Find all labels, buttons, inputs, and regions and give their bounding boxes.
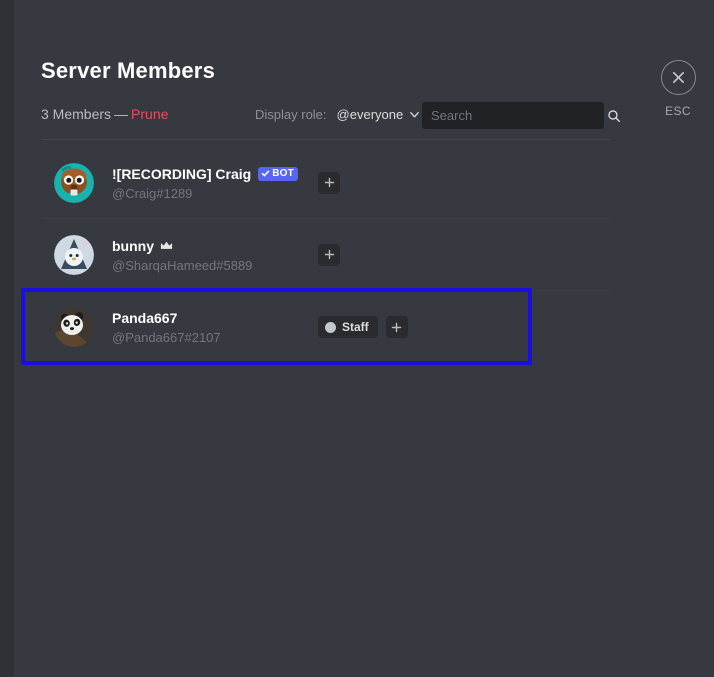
member-display-name: Panda667 (112, 310, 178, 326)
member-roles: Staff (318, 316, 408, 338)
chevron-down-icon (409, 108, 420, 119)
member-count-text: 3 Members (41, 106, 112, 122)
avatar (54, 162, 94, 203)
display-role-dropdown[interactable]: @everyone (337, 107, 421, 122)
header-divider (42, 139, 610, 140)
display-role-label: Display role: (255, 107, 327, 122)
member-count-line: 3 Members — Prune (41, 106, 168, 122)
server-members-modal: Server Members 3 Members — Prune Display r… (14, 0, 714, 677)
window-left-edge (0, 0, 14, 677)
search-icon (607, 109, 621, 123)
prune-link[interactable]: Prune (131, 106, 168, 122)
role-label: Staff (342, 320, 369, 334)
search-input[interactable] (431, 108, 607, 123)
member-list: ![RECORDING] Craig BOT @Craig#1289 bunny… (42, 147, 610, 363)
member-identity: ![RECORDING] Craig BOT @Craig#1289 (112, 165, 312, 201)
member-name-line: ![RECORDING] Craig BOT (112, 165, 312, 183)
verified-check-icon (261, 169, 270, 178)
member-identity: bunny @SharqaHameed#5889 (112, 237, 312, 273)
display-role-value: @everyone (336, 107, 404, 122)
member-identity: Panda667 @Panda667#2107 (112, 309, 312, 345)
member-display-name: bunny (112, 237, 154, 254)
add-role-button[interactable] (318, 243, 340, 266)
member-roles (318, 171, 340, 194)
bot-badge: BOT (258, 166, 298, 181)
table-row[interactable]: ![RECORDING] Craig BOT @Craig#1289 (42, 147, 610, 219)
member-tag: @SharqaHameed#5889 (112, 257, 253, 273)
separator-dash: — (114, 106, 129, 122)
add-role-button[interactable] (385, 316, 408, 338)
member-name-line: Panda667 (112, 309, 312, 327)
crown-icon (160, 240, 173, 251)
avatar (54, 234, 94, 275)
member-tag: @Panda667#2107 (112, 330, 221, 345)
member-display-name: ![RECORDING] Craig (112, 165, 252, 182)
add-role-button[interactable] (318, 171, 340, 194)
search-box[interactable] (422, 102, 620, 129)
display-role-filter: Display role: @everyone (255, 107, 420, 122)
close-label: ESC (665, 104, 691, 118)
member-name-line: bunny (112, 237, 312, 255)
member-roles (318, 243, 340, 266)
avatar (54, 307, 94, 347)
table-row[interactable]: Panda667 @Panda667#2107 Staff (42, 291, 610, 363)
table-row[interactable]: bunny @SharqaHameed#5889 (42, 219, 610, 291)
member-tag: @Craig#1289 (112, 185, 193, 201)
role-badge-staff[interactable]: Staff (318, 316, 378, 338)
close-button[interactable]: ESC (648, 60, 708, 118)
bot-badge-label: BOT (272, 167, 294, 179)
role-color-dot (325, 321, 336, 333)
close-icon (660, 60, 696, 95)
page-title: Server Members (41, 58, 216, 83)
